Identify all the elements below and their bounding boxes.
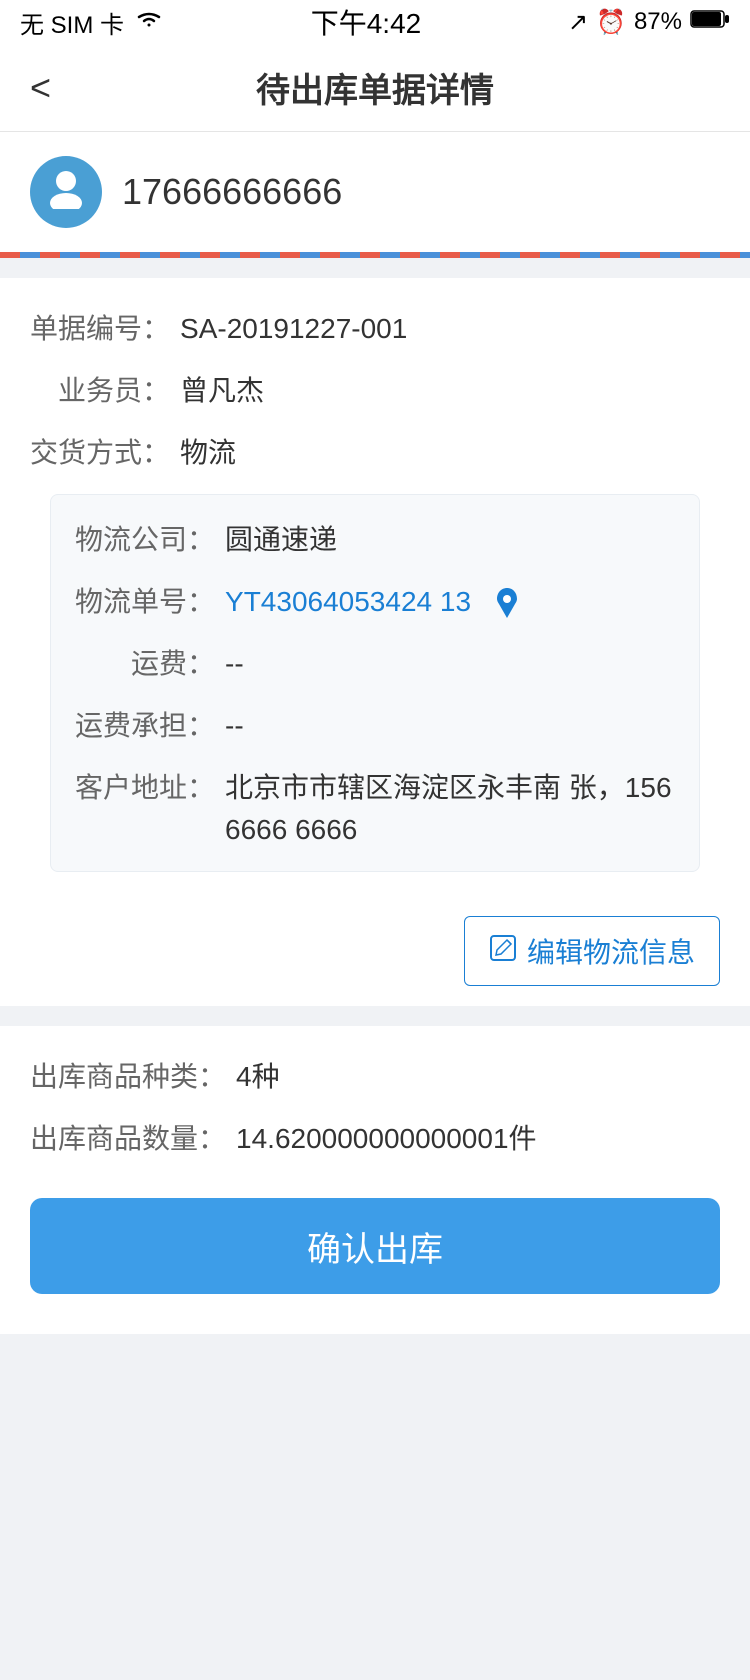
location-status-icon: ↗ bbox=[568, 8, 588, 37]
goods-quantity-label: 出库商品数量： bbox=[30, 1118, 226, 1160]
goods-section: 出库商品种类： 4种 出库商品数量： 14.620000000000001件 bbox=[0, 1026, 750, 1190]
document-number-row: 单据编号： SA-20191227-001 bbox=[30, 308, 720, 350]
logistics-company-label: 物流公司： bbox=[75, 519, 215, 561]
freight-bearer-value: -- bbox=[225, 705, 675, 747]
user-avatar-icon bbox=[44, 165, 88, 219]
freight-label: 运费： bbox=[75, 643, 215, 685]
edit-icon bbox=[489, 934, 517, 969]
salesperson-value: 曾凡杰 bbox=[180, 370, 720, 412]
logistics-company-row: 物流公司： 圆通速递 bbox=[75, 519, 675, 561]
tracking-number-value: YT43064053424 13 bbox=[225, 581, 471, 623]
goods-types-value: 4种 bbox=[236, 1056, 720, 1098]
alarm-status-icon: ⏰ bbox=[596, 8, 626, 37]
battery-label: 87% bbox=[634, 8, 682, 36]
logistics-company-value: 圆通速递 bbox=[225, 519, 675, 561]
address-row: 客户地址： 北京市市辖区海淀区永丰南 张，156 6666 6666 bbox=[75, 767, 675, 851]
status-time: 下午4:42 bbox=[311, 2, 422, 42]
dashed-divider bbox=[0, 252, 750, 258]
status-right: ↗ ⏰ 87% bbox=[568, 8, 730, 37]
nav-bar: < 待出库单据详情 bbox=[0, 44, 750, 132]
status-left: 无 SIM 卡 bbox=[20, 5, 164, 40]
tracking-number-row: 物流单号： YT43064053424 13 bbox=[75, 581, 675, 623]
freight-bearer-label: 运费承担： bbox=[75, 705, 215, 747]
tracking-number-label: 物流单号： bbox=[75, 581, 215, 623]
goods-quantity-value: 14.620000000000001件 bbox=[236, 1118, 720, 1160]
salesperson-label: 业务员： bbox=[30, 370, 170, 412]
freight-value: -- bbox=[225, 643, 675, 685]
confirm-outbound-button[interactable]: 确认出库 bbox=[30, 1198, 720, 1294]
wifi-icon bbox=[134, 8, 164, 36]
user-phone: 17666666666 bbox=[122, 171, 342, 213]
delivery-method-row: 交货方式： 物流 bbox=[30, 432, 720, 474]
page-title: 待出库单据详情 bbox=[256, 63, 494, 112]
back-button[interactable]: < bbox=[30, 67, 51, 109]
delivery-method-label: 交货方式： bbox=[30, 432, 170, 474]
document-number-label: 单据编号： bbox=[30, 308, 170, 350]
logistics-card: 物流公司： 圆通速递 物流单号： YT43064053424 13 bbox=[50, 494, 700, 872]
tracking-location-icon[interactable] bbox=[487, 582, 527, 622]
goods-quantity-row: 出库商品数量： 14.620000000000001件 bbox=[30, 1118, 720, 1160]
carrier-label: 无 SIM 卡 bbox=[20, 5, 124, 40]
status-bar: 无 SIM 卡 下午4:42 ↗ ⏰ 87% bbox=[0, 0, 750, 44]
address-label: 客户地址： bbox=[75, 767, 215, 809]
edit-logistics-label: 编辑物流信息 bbox=[527, 931, 695, 971]
goods-types-label: 出库商品种类： bbox=[30, 1056, 226, 1098]
goods-types-row: 出库商品种类： 4种 bbox=[30, 1056, 720, 1098]
tracking-row: YT43064053424 13 bbox=[215, 581, 527, 623]
delivery-method-value: 物流 bbox=[180, 432, 720, 474]
section-divider-1 bbox=[0, 1006, 750, 1026]
edit-logistics-button[interactable]: 编辑物流信息 bbox=[464, 916, 720, 986]
freight-bearer-row: 运费承担： -- bbox=[75, 705, 675, 747]
battery-icon bbox=[690, 8, 730, 37]
avatar bbox=[30, 156, 102, 228]
address-value: 北京市市辖区海淀区永丰南 张，156 6666 6666 bbox=[225, 767, 675, 851]
confirm-button-container: 确认出库 bbox=[0, 1178, 750, 1334]
edit-button-row: 编辑物流信息 bbox=[0, 896, 750, 1006]
salesperson-row: 业务员： 曾凡杰 bbox=[30, 370, 720, 412]
document-number-value: SA-20191227-001 bbox=[180, 308, 720, 350]
freight-row: 运费： -- bbox=[75, 643, 675, 685]
user-header: 17666666666 bbox=[0, 132, 750, 252]
basic-info-section: 单据编号： SA-20191227-001 业务员： 曾凡杰 交货方式： 物流 … bbox=[0, 278, 750, 896]
